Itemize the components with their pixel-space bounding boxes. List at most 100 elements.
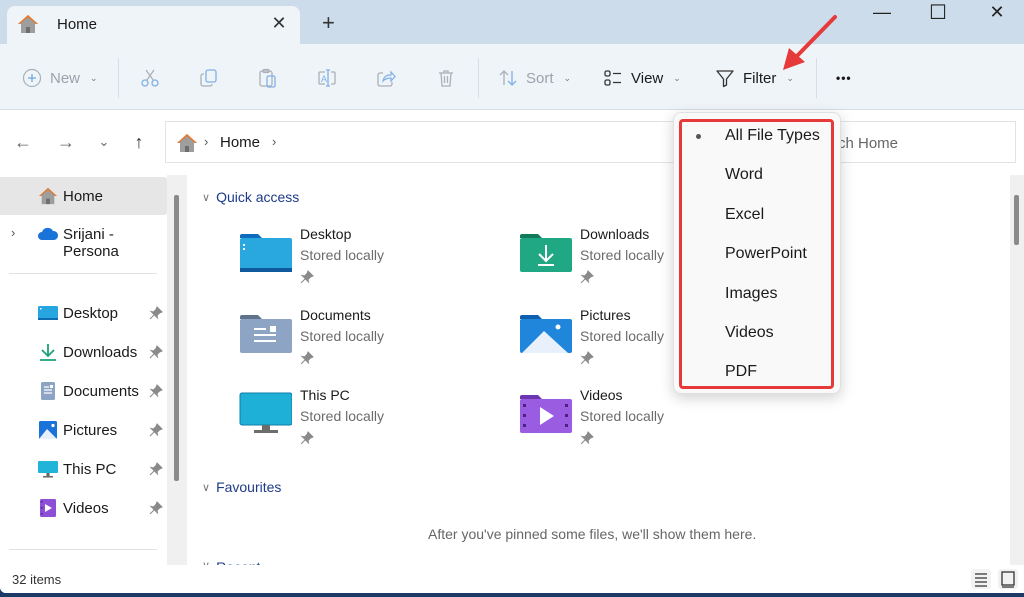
new-tab-button[interactable]: + — [322, 12, 335, 34]
filter-option-pdf[interactable]: PDF — [674, 355, 842, 391]
more-icon: ••• — [836, 71, 852, 85]
content-pane: ∨ Quick access Desktop Stored locally Do… — [190, 175, 1010, 565]
item-name: Pictures — [580, 307, 631, 323]
quick-access-item-this-pc[interactable]: This PC Stored locally — [238, 387, 508, 457]
filter-option-videos[interactable]: Videos — [674, 316, 842, 352]
forward-button[interactable]: → — [54, 132, 78, 153]
filter-option-word[interactable]: Word — [674, 158, 842, 194]
chevron-down-icon: ⌄ — [90, 72, 98, 83]
videos-folder-icon — [520, 395, 572, 433]
sidebar-item-label: Downloads — [63, 344, 138, 361]
item-status: Stored locally — [580, 247, 665, 263]
filter-option-excel[interactable]: Excel — [674, 198, 842, 234]
breadcrumb-home[interactable]: Home — [220, 134, 260, 151]
search-input[interactable]: rch Home — [822, 121, 1016, 163]
sidebar-item-desktop[interactable]: Desktop — [0, 294, 167, 332]
filter-option-all-file-types[interactable]: All File Types — [674, 119, 842, 155]
item-status: Stored locally — [300, 408, 385, 424]
content-scrollbar[interactable] — [1010, 175, 1024, 565]
view-list-icon — [604, 70, 621, 86]
paste-button[interactable] — [258, 66, 278, 90]
sidebar-item-downloads[interactable]: Downloads — [0, 333, 167, 371]
close-tab-icon[interactable]: ✕ — [269, 13, 289, 34]
sidebar-scrollbar-thumb[interactable] — [174, 195, 179, 481]
share-icon — [377, 70, 396, 87]
item-status: Stored locally — [300, 247, 385, 263]
pin-icon[interactable] — [149, 462, 163, 476]
filter-dropdown-menu: All File Types Word Excel PowerPoint Ima… — [673, 112, 841, 394]
quick-access-item-desktop[interactable]: Desktop Stored locally — [238, 226, 508, 296]
sidebar-item-documents[interactable]: Documents — [0, 372, 167, 410]
breadcrumb-separator[interactable]: › — [204, 134, 208, 149]
sidebar-item-label: Srijani - Persona — [63, 226, 119, 260]
new-label: New — [50, 69, 81, 87]
filter-option-powerpoint[interactable]: PowerPoint — [674, 237, 842, 273]
item-name: This PC — [300, 387, 350, 403]
sidebar-item-label: Pictures — [63, 422, 118, 439]
item-status: Stored locally — [580, 328, 665, 344]
delete-button[interactable] — [436, 66, 456, 90]
tiles-view-icon[interactable] — [998, 569, 1018, 589]
minimize-button[interactable]: — — [862, 2, 902, 23]
quick-access-header[interactable]: ∨ Quick access — [202, 189, 299, 205]
cut-button[interactable] — [140, 66, 160, 90]
expand-chevron-icon[interactable]: › — [11, 225, 15, 240]
quick-access-item-videos[interactable]: Videos Stored locally — [518, 387, 788, 457]
breadcrumb-separator[interactable]: › — [272, 134, 276, 149]
command-bar: New ⌄ A Sort ⌄ View ⌄ Filter ⌄ ••• — [0, 44, 1024, 110]
view-label: View — [631, 69, 664, 87]
pin-icon — [300, 431, 314, 445]
sidebar-item-onedrive[interactable]: › Srijani - Persona — [0, 215, 167, 260]
documents-folder-icon — [240, 315, 292, 353]
title-bar: Home ✕ + — ☐ ✕ — [0, 0, 1024, 44]
recent-locations-button[interactable]: ⌄ — [92, 134, 116, 150]
sort-button[interactable]: Sort ⌄ — [498, 66, 571, 90]
content-scrollbar-thumb[interactable] — [1014, 195, 1019, 245]
sort-label: Sort — [526, 69, 554, 87]
pin-icon — [300, 270, 314, 284]
filter-option-images[interactable]: Images — [674, 277, 842, 313]
share-button[interactable] — [376, 66, 396, 90]
pin-icon[interactable] — [149, 384, 163, 398]
pin-icon[interactable] — [149, 423, 163, 437]
home-icon — [39, 187, 57, 205]
pin-icon[interactable] — [149, 306, 163, 320]
pin-icon[interactable] — [149, 345, 163, 359]
sidebar-item-pictures[interactable]: Pictures — [0, 411, 167, 449]
separator — [816, 58, 817, 98]
sidebar-item-this-pc[interactable]: This PC — [0, 450, 167, 488]
download-icon — [40, 344, 56, 361]
filter-option-label: Excel — [725, 206, 765, 223]
sort-icon — [499, 70, 517, 86]
filter-option-label: PowerPoint — [725, 245, 807, 262]
filter-button[interactable]: Filter ⌄ — [715, 66, 794, 90]
close-window-button[interactable]: ✕ — [977, 2, 1017, 23]
favourites-header[interactable]: ∨ Favourites — [202, 479, 281, 495]
sidebar-item-videos[interactable]: Videos — [0, 489, 167, 527]
chevron-down-icon: ⌄ — [673, 72, 681, 83]
filter-label: Filter — [743, 69, 777, 87]
item-name: Downloads — [580, 226, 650, 242]
view-button[interactable]: View ⌄ — [603, 66, 681, 90]
sidebar-item-label: This PC — [63, 461, 117, 478]
rename-icon: A — [318, 69, 336, 87]
quick-access-item-documents[interactable]: Documents Stored locally — [238, 307, 508, 377]
videos-icon — [40, 499, 56, 517]
onedrive-cloud-icon — [38, 227, 59, 240]
maximize-button[interactable]: ☐ — [918, 0, 958, 25]
sidebar-scrollbar[interactable] — [167, 175, 187, 565]
up-button[interactable]: ↑ — [127, 132, 151, 153]
sidebar-item-home[interactable]: Home — [0, 177, 167, 215]
favourites-empty-message: After you've pinned some files, we'll sh… — [428, 526, 757, 542]
tab-home[interactable]: Home ✕ — [7, 6, 300, 44]
pin-icon[interactable] — [149, 501, 163, 515]
details-view-icon[interactable] — [971, 569, 991, 589]
item-name: Desktop — [300, 226, 352, 242]
new-button[interactable]: New ⌄ — [22, 66, 98, 90]
back-button[interactable]: ← — [11, 132, 35, 153]
copy-button[interactable] — [199, 66, 219, 90]
chevron-down-icon: ⌄ — [786, 72, 794, 83]
more-options-button[interactable]: ••• — [836, 66, 852, 90]
rename-button[interactable]: A — [317, 66, 337, 90]
address-bar[interactable]: › Home › — [165, 121, 675, 163]
